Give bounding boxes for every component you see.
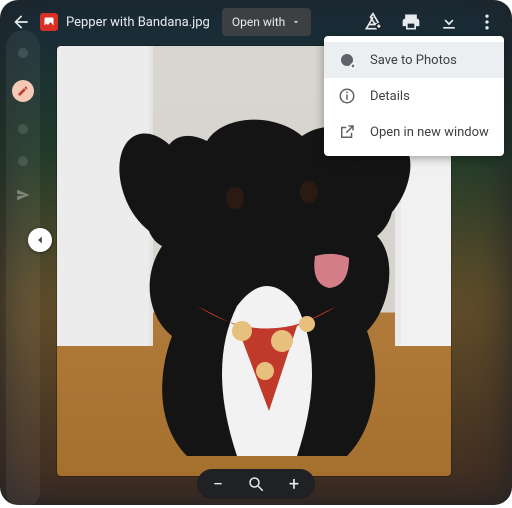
info-icon <box>338 87 356 105</box>
menu-item-details[interactable]: Details <box>324 78 504 114</box>
open-in-new-icon <box>338 123 356 141</box>
menu-item-label: Details <box>370 89 410 104</box>
menu-item-label: Open in new window <box>370 125 489 140</box>
more-options-menu: Save to Photos Details Open in new windo… <box>324 36 504 156</box>
more-options-icon[interactable] <box>476 11 498 33</box>
back-icon[interactable] <box>10 11 32 33</box>
sidebar-collapse-button[interactable] <box>28 228 52 252</box>
open-with-label: Open with <box>232 15 285 29</box>
dog-illustration <box>97 106 417 476</box>
file-title: Pepper with Bandana.jpg <box>66 15 210 30</box>
chevron-down-icon <box>291 17 301 27</box>
open-with-dropdown[interactable]: Open with <box>222 8 311 36</box>
image-file-icon <box>40 13 58 31</box>
download-icon[interactable] <box>438 11 460 33</box>
background-app-sidebar <box>6 30 40 508</box>
menu-item-label: Save to Photos <box>370 53 457 68</box>
menu-item-open-new-window[interactable]: Open in new window <box>324 114 504 150</box>
zoom-toolbar: − + <box>197 469 315 499</box>
menu-item-save-to-photos[interactable]: Save to Photos <box>324 42 504 78</box>
zoom-reset-icon[interactable] <box>245 473 267 495</box>
photos-pinwheel-icon <box>338 51 356 69</box>
print-icon[interactable] <box>400 11 422 33</box>
zoom-out-button[interactable]: − <box>207 473 229 495</box>
edit-icon <box>12 80 34 102</box>
add-to-drive-icon[interactable] <box>362 11 384 33</box>
zoom-in-button[interactable]: + <box>283 473 305 495</box>
